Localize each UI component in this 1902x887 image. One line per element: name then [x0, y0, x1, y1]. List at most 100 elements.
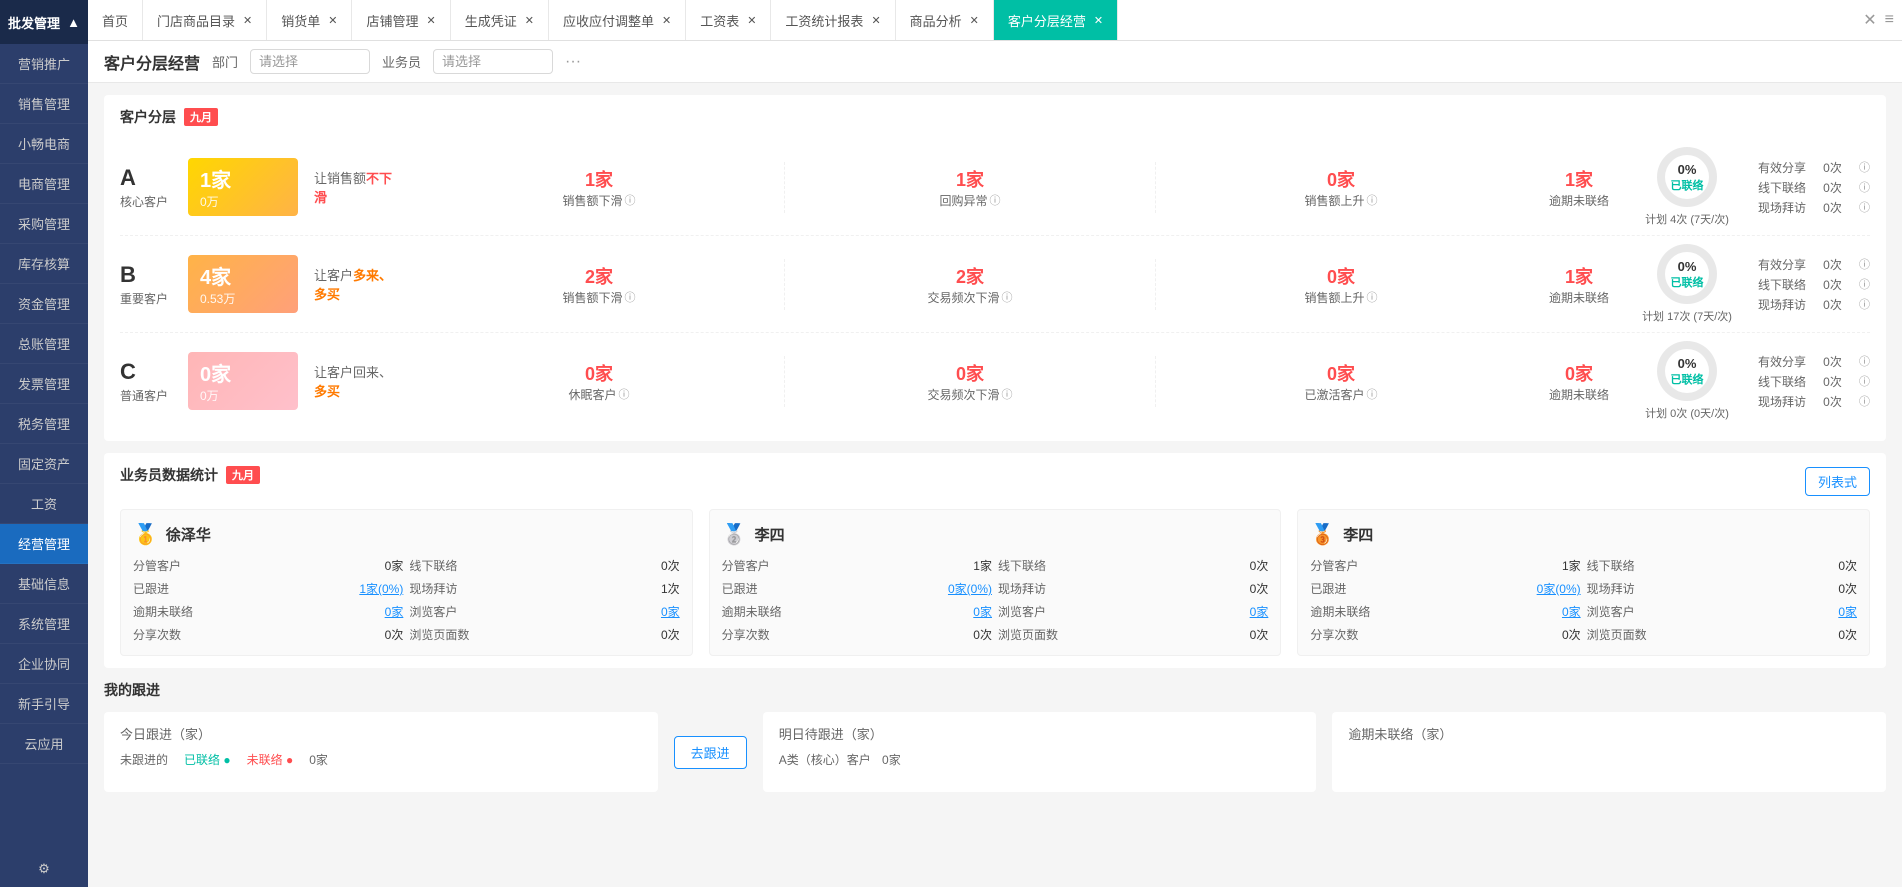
- sidebar-item-finance[interactable]: 资金管理: [0, 284, 88, 324]
- tier-a-stat-2-info[interactable]: ⓘ: [1367, 192, 1378, 208]
- tab-sales-order[interactable]: 销货单✕: [267, 0, 352, 40]
- sidebar-item-assets[interactable]: 固定资产: [0, 444, 88, 484]
- staff-2-stat-6: 分享次数 0次: [1310, 626, 1580, 643]
- sidebar-item-tax[interactable]: 税务管理: [0, 404, 88, 444]
- tier-c-rs-0-info[interactable]: ⓘ: [1859, 353, 1870, 369]
- staff-0-s5-val[interactable]: 0家: [661, 603, 680, 620]
- staff-2-s5-val[interactable]: 0家: [1838, 603, 1857, 620]
- staff-1-s0-val: 1家: [973, 557, 992, 574]
- sidebar-item-guide[interactable]: 新手引导: [0, 684, 88, 724]
- tab-home[interactable]: 首页: [88, 0, 143, 40]
- tab-customer-tier[interactable]: 客户分层经营✕: [994, 0, 1118, 40]
- tab-close-customer-tier[interactable]: ✕: [1094, 14, 1103, 27]
- tier-b-contact[interactable]: 1家 逾期未联络: [1534, 259, 1624, 310]
- staff-1-s7-label: 浏览页面数: [998, 626, 1058, 643]
- tab-close-payroll-report[interactable]: ✕: [871, 14, 880, 27]
- tier-c-stat-1-info[interactable]: ⓘ: [1002, 386, 1013, 402]
- sidebar-item-cloud[interactable]: 云应用: [0, 724, 88, 764]
- tab-close-store-manage[interactable]: ✕: [427, 14, 436, 27]
- tier-a-circle-pct: 0%: [1678, 162, 1697, 177]
- staff-select[interactable]: 请选择: [433, 49, 553, 74]
- tab-close-sales-order[interactable]: ✕: [328, 14, 337, 27]
- staff-0-s2-val[interactable]: 1家(0%): [359, 580, 403, 597]
- tab-close-payslip[interactable]: ✕: [747, 14, 756, 27]
- tier-b-rs-2-info[interactable]: ⓘ: [1859, 296, 1870, 312]
- sidebar-collapse-icon[interactable]: ▲: [67, 15, 80, 30]
- followup-col1: 未跟进的: [120, 751, 168, 768]
- staff-1-s5-val[interactable]: 0家: [1250, 603, 1269, 620]
- staff-0-s4-val[interactable]: 0家: [385, 603, 404, 620]
- staff-2-s2-val[interactable]: 0家(0%): [1537, 580, 1581, 597]
- staff-1-s4-val[interactable]: 0家: [973, 603, 992, 620]
- sidebar-item-ecom-small[interactable]: 小畅电商: [0, 124, 88, 164]
- tier-c-count-box[interactable]: 0家 0万: [188, 352, 298, 410]
- tab-close-store-products[interactable]: ✕: [243, 14, 252, 27]
- staff-1-stats: 分管客户 1家 线下联络 0次 已跟进 0家(0%) 现场拜访: [722, 557, 1269, 643]
- tier-a-stat-2[interactable]: 0家 销售额上升 ⓘ: [1156, 162, 1526, 213]
- tier-c-rs-2-info[interactable]: ⓘ: [1859, 393, 1870, 409]
- tier-a-contact[interactable]: 1家 逾期未联络: [1534, 162, 1624, 213]
- tier-b-stat-2[interactable]: 0家 销售额上升 ⓘ: [1156, 259, 1526, 310]
- tab-close-ar-adjust[interactable]: ✕: [662, 14, 671, 27]
- tab-product-analysis[interactable]: 商品分析✕: [896, 0, 994, 40]
- tier-b-right-stat-0: 有效分享 0次 ⓘ: [1758, 256, 1870, 273]
- tier-a-stat-1[interactable]: 1家 回购异常 ⓘ: [785, 162, 1156, 213]
- tab-store-products[interactable]: 门店商品目录✕: [143, 0, 267, 40]
- tab-ar-adjust[interactable]: 应收应付调整单✕: [549, 0, 686, 40]
- dept-select[interactable]: 请选择: [250, 49, 370, 74]
- sidebar-item-invoice[interactable]: 发票管理: [0, 364, 88, 404]
- filter-more-btn[interactable]: ···: [565, 53, 581, 71]
- list-view-button[interactable]: 列表式: [1805, 467, 1870, 496]
- tier-b-rs-1-info[interactable]: ⓘ: [1859, 276, 1870, 292]
- tier-b-contact-num: 1家: [1542, 263, 1616, 289]
- page-title: 客户分层经营: [104, 50, 200, 74]
- tab-close-all-icon[interactable]: ✕: [1863, 10, 1876, 30]
- sidebar-item-marketing[interactable]: 营销推广: [0, 44, 88, 84]
- tier-a-rs-0-info[interactable]: ⓘ: [1859, 159, 1870, 175]
- staff-0-s7-label: 浏览页面数: [409, 626, 469, 643]
- tier-b-stat-0[interactable]: 2家 销售额下滑 ⓘ: [414, 259, 785, 310]
- followup-overdue-title: 逾期未联络（家）: [1348, 724, 1870, 743]
- tier-a-stat-0[interactable]: 1家 销售额下滑 ⓘ: [414, 162, 785, 213]
- tab-close-product-analysis[interactable]: ✕: [970, 14, 979, 27]
- tier-c-stat-0[interactable]: 0家 休眠客户 ⓘ: [414, 356, 785, 407]
- tab-voucher[interactable]: 生成凭证✕: [451, 0, 549, 40]
- tab-close-voucher[interactable]: ✕: [525, 14, 534, 27]
- tier-c-rs-1-info[interactable]: ⓘ: [1859, 373, 1870, 389]
- sidebar-item-ecom[interactable]: 电商管理: [0, 164, 88, 204]
- settings-button[interactable]: ⚙: [0, 851, 88, 887]
- tier-c-stat-2[interactable]: 0家 已激活客户 ⓘ: [1156, 356, 1526, 407]
- tier-b-stat-2-info[interactable]: ⓘ: [1367, 289, 1378, 305]
- tab-payslip[interactable]: 工资表✕: [686, 0, 771, 40]
- tier-c-stat-0-info[interactable]: ⓘ: [619, 386, 630, 402]
- sidebar-item-collab[interactable]: 企业协同: [0, 644, 88, 684]
- tier-b-stat-1-info[interactable]: ⓘ: [1002, 289, 1013, 305]
- sidebar-item-basic[interactable]: 基础信息: [0, 564, 88, 604]
- sidebar-item-system[interactable]: 系统管理: [0, 604, 88, 644]
- tier-a-count-box[interactable]: 1家 0万: [188, 158, 298, 216]
- tier-b-count-box[interactable]: 4家 0.53万: [188, 255, 298, 313]
- tier-b-stat-0-info[interactable]: ⓘ: [625, 289, 636, 305]
- sidebar-item-operations[interactable]: 经营管理: [0, 524, 88, 564]
- tier-a-rs-1-info[interactable]: ⓘ: [1859, 179, 1870, 195]
- tier-a-stat-1-info[interactable]: ⓘ: [990, 192, 1001, 208]
- staff-2-s4-val[interactable]: 0家: [1562, 603, 1581, 620]
- followup-go-button[interactable]: 去跟进: [674, 736, 747, 769]
- tab-more-icon[interactable]: ≡: [1885, 11, 1894, 29]
- tier-b-stat-1[interactable]: 2家 交易频次下滑 ⓘ: [785, 259, 1156, 310]
- tier-a-rs-2-info[interactable]: ⓘ: [1859, 199, 1870, 215]
- staff-1-s2-val[interactable]: 0家(0%): [948, 580, 992, 597]
- sidebar-item-inventory[interactable]: 库存核算: [0, 244, 88, 284]
- sidebar-item-purchase[interactable]: 采购管理: [0, 204, 88, 244]
- tier-a-stat-0-info[interactable]: ⓘ: [625, 192, 636, 208]
- sidebar-item-sales[interactable]: 销售管理: [0, 84, 88, 124]
- tier-b-rs-0-info[interactable]: ⓘ: [1859, 256, 1870, 272]
- staff-2-stat-1: 线下联络 0次: [1587, 557, 1857, 574]
- tier-c-contact[interactable]: 0家 逾期未联络: [1534, 356, 1624, 407]
- tab-store-manage[interactable]: 店铺管理✕: [352, 0, 450, 40]
- sidebar-item-payroll[interactable]: 工资: [0, 484, 88, 524]
- tier-c-stat-2-info[interactable]: ⓘ: [1367, 386, 1378, 402]
- tab-payroll-report[interactable]: 工资统计报表✕: [771, 0, 895, 40]
- sidebar-item-ledger[interactable]: 总账管理: [0, 324, 88, 364]
- tier-c-stat-1[interactable]: 0家 交易频次下滑 ⓘ: [785, 356, 1156, 407]
